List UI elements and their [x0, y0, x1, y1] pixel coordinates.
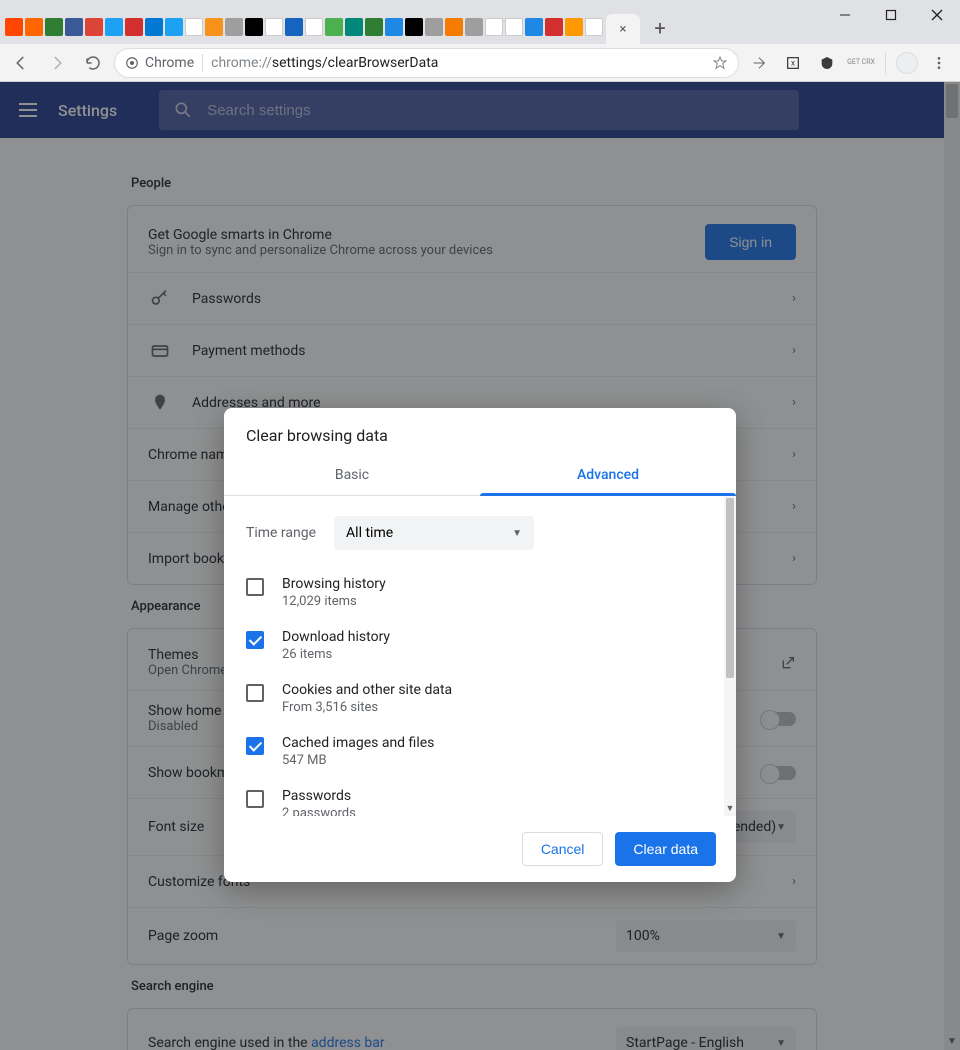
active-tab[interactable]: × — [606, 14, 640, 44]
option-title: Download history — [282, 629, 390, 645]
dialog-body: Time range All time ▼ Browsing history 12… — [224, 496, 736, 816]
tab-favicon[interactable] — [525, 18, 543, 36]
tab-favicon[interactable] — [505, 18, 523, 36]
toolbar-separator — [885, 52, 886, 74]
tab-favicon[interactable] — [385, 18, 403, 36]
tab-favicon[interactable] — [125, 18, 143, 36]
minimize-button[interactable] — [822, 0, 868, 30]
tab-favicon[interactable] — [105, 18, 123, 36]
extension-icon[interactable]: x — [779, 49, 807, 77]
tab-favicon[interactable] — [245, 18, 263, 36]
time-range-select[interactable]: All time ▼ — [334, 516, 534, 550]
chrome-icon — [125, 56, 139, 70]
time-range-label: Time range — [246, 525, 316, 541]
select-value: All time — [346, 525, 393, 541]
maximize-button[interactable] — [868, 0, 914, 30]
checkbox[interactable] — [246, 578, 264, 596]
tab-favicon[interactable] — [45, 18, 63, 36]
url-text: chrome://settings/clearBrowserData — [211, 55, 438, 71]
window-titlebar: × + — [0, 0, 960, 44]
address-bar[interactable]: Chrome chrome://settings/clearBrowserDat… — [114, 48, 739, 78]
profile-avatar[interactable] — [896, 52, 918, 74]
clear-option[interactable]: Browsing history 12,029 items — [246, 566, 736, 619]
option-title: Cookies and other site data — [282, 682, 452, 698]
tab-favicon[interactable] — [145, 18, 163, 36]
reload-button[interactable] — [78, 48, 108, 78]
tab-strip: × + — [0, 0, 822, 44]
option-sub: 547 MB — [282, 753, 434, 768]
tab-favicon[interactable] — [365, 18, 383, 36]
option-sub: 2 passwords — [282, 806, 356, 816]
browser-toolbar: Chrome chrome://settings/clearBrowserDat… — [0, 44, 960, 82]
extension-icon[interactable] — [813, 49, 841, 77]
clear-data-button[interactable]: Clear data — [615, 832, 716, 866]
caret-down-icon: ▼ — [512, 528, 522, 539]
site-chip-label: Chrome — [145, 55, 194, 71]
clear-option[interactable]: Passwords 2 passwords — [246, 778, 736, 816]
option-title: Browsing history — [282, 576, 386, 592]
chip-separator — [202, 54, 203, 72]
tab-favicon[interactable] — [465, 18, 483, 36]
tab-favicon[interactable] — [5, 18, 23, 36]
tab-basic[interactable]: Basic — [224, 455, 480, 495]
option-sub: 12,029 items — [282, 594, 386, 609]
tab-favicon[interactable] — [165, 18, 183, 36]
tab-favicon[interactable] — [345, 18, 363, 36]
close-window-button[interactable] — [914, 0, 960, 30]
forward-button[interactable] — [42, 48, 72, 78]
dialog-actions: Cancel Clear data — [224, 816, 736, 882]
checkbox[interactable] — [246, 631, 264, 649]
checkbox[interactable] — [246, 684, 264, 702]
scroll-thumb[interactable] — [726, 498, 734, 678]
tab-favicon[interactable] — [405, 18, 423, 36]
clear-data-dialog: Clear browsing data Basic Advanced Time … — [224, 408, 736, 882]
checkbox[interactable] — [246, 790, 264, 808]
tab-favicon[interactable] — [305, 18, 323, 36]
checkbox[interactable] — [246, 737, 264, 755]
tab-favicon[interactable] — [285, 18, 303, 36]
tab-favicon[interactable] — [205, 18, 223, 36]
tab-favicon[interactable] — [265, 18, 283, 36]
option-title: Passwords — [282, 788, 356, 804]
tab-favicon[interactable] — [565, 18, 583, 36]
tab-advanced[interactable]: Advanced — [480, 455, 736, 495]
clear-option[interactable]: Cached images and files 547 MB — [246, 725, 736, 778]
bookmark-star-icon[interactable] — [712, 55, 728, 71]
dialog-title: Clear browsing data — [224, 408, 736, 455]
extension-icon[interactable] — [745, 49, 773, 77]
tab-favicon[interactable] — [545, 18, 563, 36]
close-tab-icon[interactable]: × — [620, 22, 627, 37]
tab-favicon[interactable] — [445, 18, 463, 36]
new-tab-button[interactable]: + — [646, 14, 674, 42]
extension-getcrx[interactable]: GET CRX — [847, 49, 875, 77]
tab-favicon[interactable] — [485, 18, 503, 36]
back-button[interactable] — [6, 48, 36, 78]
tab-favicon[interactable] — [425, 18, 443, 36]
dialog-tabs: Basic Advanced — [224, 455, 736, 496]
tab-favicon[interactable] — [85, 18, 103, 36]
tab-favicon[interactable] — [65, 18, 83, 36]
clear-option[interactable]: Download history 26 items — [246, 619, 736, 672]
clear-option[interactable]: Cookies and other site data From 3,516 si… — [246, 672, 736, 725]
window-controls — [822, 0, 960, 44]
site-chip: Chrome — [125, 55, 194, 71]
tab-favicon[interactable] — [585, 18, 603, 36]
svg-text:x: x — [791, 58, 795, 67]
tab-favicon[interactable] — [325, 18, 343, 36]
tab-favicon[interactable] — [185, 18, 203, 36]
time-range-row: Time range All time ▼ — [246, 510, 736, 566]
tab-favicon[interactable] — [225, 18, 243, 36]
cancel-button[interactable]: Cancel — [522, 832, 604, 866]
option-sub: 26 items — [282, 647, 390, 662]
scroll-down-arrow[interactable]: ▼ — [724, 803, 736, 814]
option-sub: From 3,516 sites — [282, 700, 452, 715]
tab-favicon[interactable] — [25, 18, 43, 36]
page-viewport: Settings People Get Google smarts in Chr… — [0, 82, 960, 1050]
chrome-menu-button[interactable] — [924, 48, 954, 78]
dialog-scrollbar[interactable]: ▼ — [724, 496, 736, 816]
option-title: Cached images and files — [282, 735, 434, 751]
